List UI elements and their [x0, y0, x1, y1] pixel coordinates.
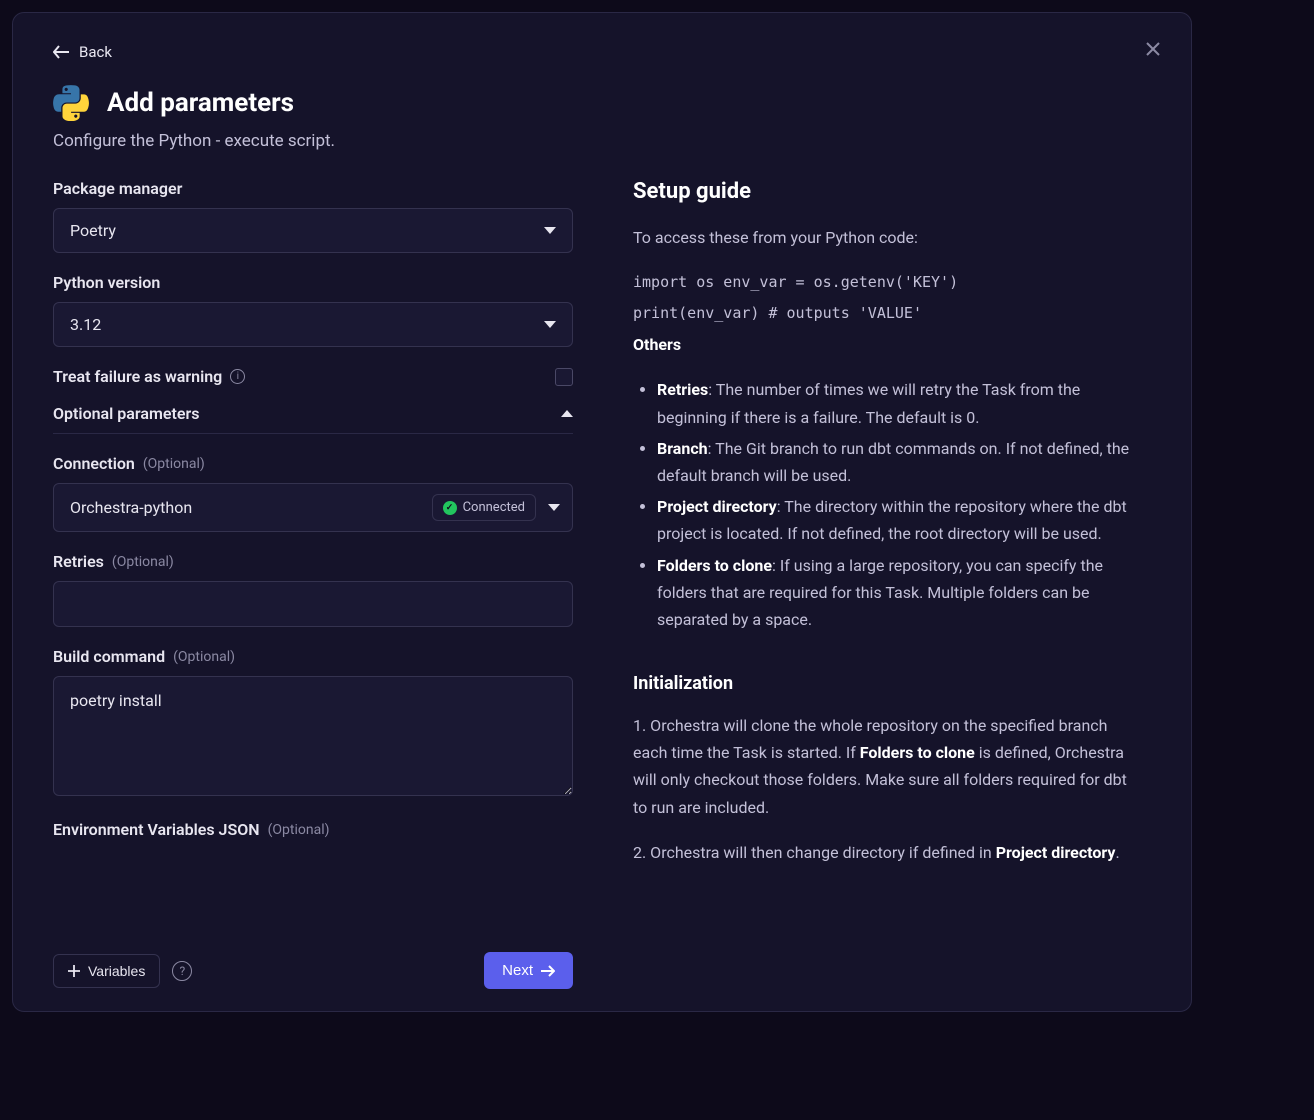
close-icon — [1145, 41, 1161, 57]
others-heading: Others — [633, 335, 681, 354]
optional-parameters-toggle[interactable]: Optional parameters — [53, 404, 573, 434]
setup-guide-title: Setup guide — [633, 179, 1131, 204]
guide-bullet: Retries: The number of times we will ret… — [657, 376, 1131, 430]
add-parameters-dialog: Back Add parameters Configure the Python… — [12, 12, 1192, 1012]
setup-guide-column: Setup guide To access these from your Py… — [633, 179, 1151, 969]
package-manager-label: Package manager — [53, 179, 573, 198]
guide-access-intro: To access these from your Python code: — [633, 224, 1131, 251]
chevron-up-icon — [561, 410, 573, 417]
guide-bullet-list: Retries: The number of times we will ret… — [633, 376, 1131, 633]
guide-bullet: Project directory: The directory within … — [657, 493, 1131, 547]
info-icon[interactable]: i — [230, 369, 245, 384]
env-vars-json-label: Environment Variables JSON — [53, 820, 260, 839]
guide-bullet: Folders to clone: If using a large repos… — [657, 552, 1131, 634]
chevron-down-icon — [544, 321, 556, 328]
check-icon: ✓ — [443, 501, 457, 515]
build-command-input[interactable] — [53, 676, 573, 796]
page-subtitle: Configure the Python - execute script. — [53, 131, 1151, 151]
chevron-down-icon — [548, 504, 560, 511]
python-version-label: Python version — [53, 273, 573, 292]
arrow-left-icon — [53, 45, 69, 59]
arrow-right-icon — [541, 965, 555, 977]
python-icon — [53, 85, 89, 121]
guide-init-step: 1. Orchestra will clone the whole reposi… — [633, 712, 1131, 821]
connection-status-badge: ✓ Connected — [432, 494, 536, 521]
initialization-heading: Initialization — [633, 673, 1131, 694]
connection-status-text: Connected — [463, 500, 525, 515]
optional-tag: (Optional) — [173, 649, 235, 665]
variables-button[interactable]: Variables — [53, 954, 160, 988]
plus-icon — [68, 965, 80, 977]
optional-tag: (Optional) — [143, 456, 205, 472]
chevron-down-icon — [544, 227, 556, 234]
next-label: Next — [502, 962, 533, 979]
python-version-select[interactable]: 3.12 — [53, 302, 573, 347]
guide-bullet: Branch: The Git branch to run dbt comman… — [657, 435, 1131, 489]
next-button[interactable]: Next — [484, 952, 573, 989]
optional-tag: (Optional) — [268, 822, 330, 838]
connection-select[interactable]: Orchestra-python ✓ Connected — [53, 483, 573, 532]
connection-value: Orchestra-python — [70, 498, 192, 517]
guide-init-step: 2. Orchestra will then change directory … — [633, 839, 1131, 866]
treat-failure-label: Treat failure as warning — [53, 367, 222, 386]
build-command-label: Build command — [53, 647, 165, 666]
help-button[interactable]: ? — [172, 961, 192, 981]
connection-label: Connection — [53, 454, 135, 473]
python-version-value: 3.12 — [70, 315, 101, 334]
retries-input[interactable] — [53, 581, 573, 627]
guide-code-line: print(env_var) # outputs 'VALUE' — [633, 300, 1131, 327]
back-button[interactable]: Back — [53, 43, 112, 61]
title-row: Add parameters — [53, 85, 1151, 121]
close-button[interactable] — [1145, 41, 1161, 61]
back-label: Back — [79, 43, 112, 61]
treat-failure-checkbox[interactable] — [555, 368, 573, 386]
package-manager-value: Poetry — [70, 221, 116, 240]
optional-tag: (Optional) — [112, 554, 174, 570]
optional-parameters-label: Optional parameters — [53, 404, 199, 423]
variables-label: Variables — [88, 963, 145, 979]
dialog-footer: Variables ? Next — [53, 952, 573, 989]
retries-label: Retries — [53, 552, 104, 571]
form-column: Package manager Poetry Python version 3.… — [53, 179, 583, 969]
package-manager-select[interactable]: Poetry — [53, 208, 573, 253]
guide-code-line: import os env_var = os.getenv('KEY') — [633, 269, 1131, 296]
page-title: Add parameters — [107, 88, 294, 118]
